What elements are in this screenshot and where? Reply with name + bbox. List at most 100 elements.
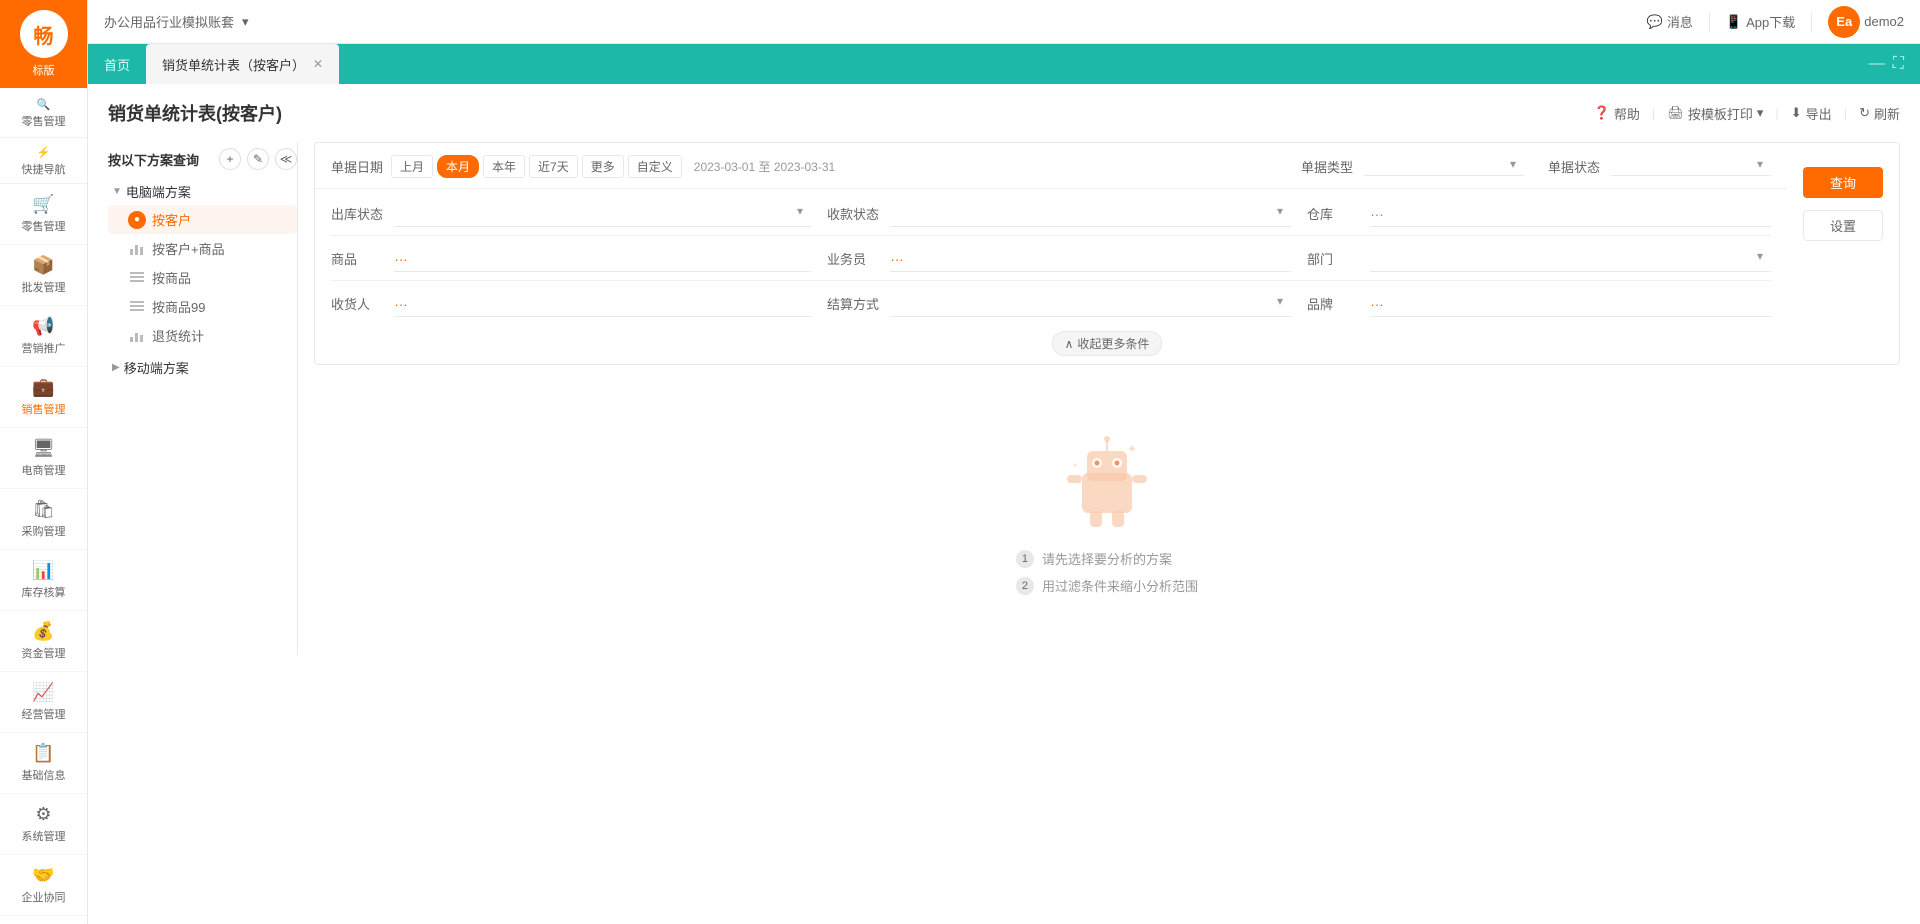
scheme-edit-btn[interactable]: ✎ [247, 148, 269, 170]
empty-tip-1: 1 请先选择要分析的方案 [1016, 549, 1198, 568]
collapse-button[interactable]: ∧ 收起更多条件 [1052, 331, 1163, 356]
order-type-select[interactable]: ▾ [1364, 157, 1524, 176]
ecommerce-icon: 🖥 [32, 438, 55, 459]
order-status-label: 单据状态 [1548, 157, 1603, 176]
separator1 [1709, 12, 1710, 32]
scheme-section-mobile-title[interactable]: ▶ 移动端方案 [108, 354, 297, 381]
order-type-chevron: ▾ [1510, 157, 1516, 171]
quick-nav[interactable]: ⚡ 快捷导航 [0, 138, 87, 184]
wholesale-icon: 📦 [32, 255, 54, 276]
pc-arrow-icon: ▼ [112, 186, 122, 197]
sidebar-item-sales[interactable]: 💼 销售管理 [0, 367, 87, 428]
scheme-item-by-customer[interactable]: ● 按客户 [108, 205, 297, 234]
pc-section-label: 电脑端方案 [126, 182, 191, 201]
scheme-section-pc: ▼ 电脑端方案 ● 按客户 [108, 178, 297, 350]
scheme-item-by-customer-product[interactable]: 按客户+商品 [108, 234, 297, 263]
scheme-section-pc-title[interactable]: ▼ 电脑端方案 [108, 178, 297, 205]
main-area: 办公用品行业模拟账套 ▾ 💬 消息 📱 App下载 Ea demo2 [88, 0, 1920, 924]
mobile-section-label: 移动端方案 [124, 358, 189, 377]
refresh-action[interactable]: ↻ 刷新 [1859, 104, 1900, 123]
date-btn-this-year[interactable]: 本年 [483, 155, 525, 178]
receipt-status-select[interactable]: ▾ [890, 199, 1291, 227]
scheme-add-btn[interactable]: + [219, 148, 241, 170]
topbar-title: 办公用品行业模拟账套 [104, 12, 234, 31]
print-icon: 🖨 [1667, 105, 1684, 121]
export-icon: ⬇ [1791, 105, 1802, 121]
salesperson-select[interactable]: … [890, 244, 1291, 272]
product-label: 商品 [331, 249, 386, 268]
date-options: 上月 本月 本年 近7天 更多 自定义 2023-03-01 至 2023-03… [391, 155, 835, 178]
sidebar-item-purchase[interactable]: 🛍 采购管理 [0, 489, 87, 550]
tab-minimize-icon[interactable]: — [1869, 55, 1885, 73]
search-icon: 🔍 [37, 98, 51, 111]
filter-row3: 商品 … 业务员 … [315, 236, 1787, 281]
messages-action[interactable]: 💬 消息 [1647, 12, 1693, 31]
sidebar-item-enterprise[interactable]: 🤝 企业协同 [0, 855, 87, 916]
topbar-dropdown-icon[interactable]: ▾ [242, 14, 249, 30]
basic-label: 基础信息 [22, 767, 66, 783]
logo-subtitle: 标版 [33, 62, 55, 78]
print-action[interactable]: 🖨 按模板打印 ▾ [1667, 104, 1763, 123]
refresh-icon: ↻ [1859, 105, 1870, 121]
order-status-select[interactable]: ▾ [1611, 157, 1771, 176]
settings-button[interactable]: 设置 [1803, 210, 1883, 241]
warehouse-cell: 仓库 … [1291, 191, 1771, 236]
out-status-select[interactable]: ▾ [394, 199, 811, 227]
tab-sales-stats[interactable]: 销货单统计表（按客户） ✕ [146, 44, 339, 84]
basic-icon: 📋 [32, 743, 54, 764]
warehouse-select[interactable]: … [1370, 199, 1771, 227]
tab-close-icon[interactable]: ✕ [313, 57, 323, 71]
scheme-item-return-stats[interactable]: 退货统计 [108, 321, 297, 350]
logo-icon: 畅 [20, 10, 68, 58]
date-btn-custom[interactable]: 自定义 [628, 155, 682, 178]
search-menu[interactable]: 🔍 零售管理 [0, 88, 87, 138]
sidebar-item-operations[interactable]: 📈 经营管理 [0, 672, 87, 733]
brand-dots: … [1370, 293, 1386, 309]
date-btn-this-month[interactable]: 本月 [437, 155, 479, 178]
sidebar-item-newbie[interactable]: 🎯 新手引导 [0, 916, 87, 924]
sidebar-item-inventory[interactable]: 📊 库存核算 [0, 550, 87, 611]
help-label: 帮助 [1614, 104, 1640, 123]
help-action[interactable]: ❓ 帮助 [1594, 104, 1640, 123]
date-btn-last-7-days[interactable]: 近7天 [529, 155, 578, 178]
sidebar-item-wholesale[interactable]: 📦 批发管理 [0, 245, 87, 306]
sidebar-item-marketing[interactable]: 📢 营销推广 [0, 306, 87, 367]
sidebar-item-ecommerce[interactable]: 🖥 电商管理 [0, 428, 87, 489]
refresh-label: 刷新 [1874, 104, 1900, 123]
receiver-cell: 收货人 … [331, 281, 811, 325]
scheme-collapse-btn[interactable]: ≪ [275, 148, 297, 170]
tip-text-1: 请先选择要分析的方案 [1042, 549, 1172, 568]
department-select[interactable]: ▾ [1370, 244, 1771, 272]
operations-label: 经营管理 [22, 706, 66, 722]
system-label: 系统管理 [22, 828, 66, 844]
sidebar-item-system[interactable]: ⚙ 系统管理 [0, 794, 87, 855]
user-action[interactable]: Ea demo2 [1828, 6, 1904, 38]
settlement-select[interactable]: ▾ [890, 289, 1291, 317]
out-status-label: 出库状态 [331, 204, 386, 223]
brand-select[interactable]: … [1370, 289, 1771, 317]
sidebar-item-finance[interactable]: 💰 资金管理 [0, 611, 87, 672]
receiver-select[interactable]: … [394, 289, 811, 317]
content: 销货单统计表(按客户) ❓ 帮助 | 🖨 按模板打印 ▾ | ⬇ [88, 84, 1920, 924]
scheme-item-by-product[interactable]: 按商品 [108, 263, 297, 292]
divider1: | [1652, 106, 1655, 121]
date-btn-more[interactable]: 更多 [582, 155, 624, 178]
tab-home[interactable]: 首页 [88, 44, 146, 84]
finance-icon: 💰 [32, 621, 54, 642]
sidebar-item-retail[interactable]: 🛒 零售管理 [0, 184, 87, 245]
receiver-label: 收货人 [331, 294, 386, 313]
query-button[interactable]: 查询 [1803, 167, 1883, 198]
sidebar-item-basic[interactable]: 📋 基础信息 [0, 733, 87, 794]
scheme-item-by-product-99[interactable]: 按商品99 [108, 292, 297, 321]
topbar-left: 办公用品行业模拟账套 ▾ [104, 12, 249, 31]
tab-maximize-icon[interactable]: ⛶ [1893, 55, 1904, 73]
svg-text:✦: ✦ [1072, 461, 1079, 470]
app-download-action[interactable]: 📱 App下载 [1726, 12, 1795, 31]
export-action[interactable]: ⬇ 导出 [1791, 104, 1832, 123]
date-btn-last-month[interactable]: 上月 [391, 155, 433, 178]
system-icon: ⚙ [35, 804, 51, 825]
purchase-label: 采购管理 [22, 523, 66, 539]
sidebar-menu: 🛒 零售管理 📦 批发管理 📢 营销推广 💼 销售管理 🖥 电商管理 🛍 采购管… [0, 184, 87, 924]
product-select[interactable]: … [394, 244, 811, 272]
finance-label: 资金管理 [22, 645, 66, 661]
